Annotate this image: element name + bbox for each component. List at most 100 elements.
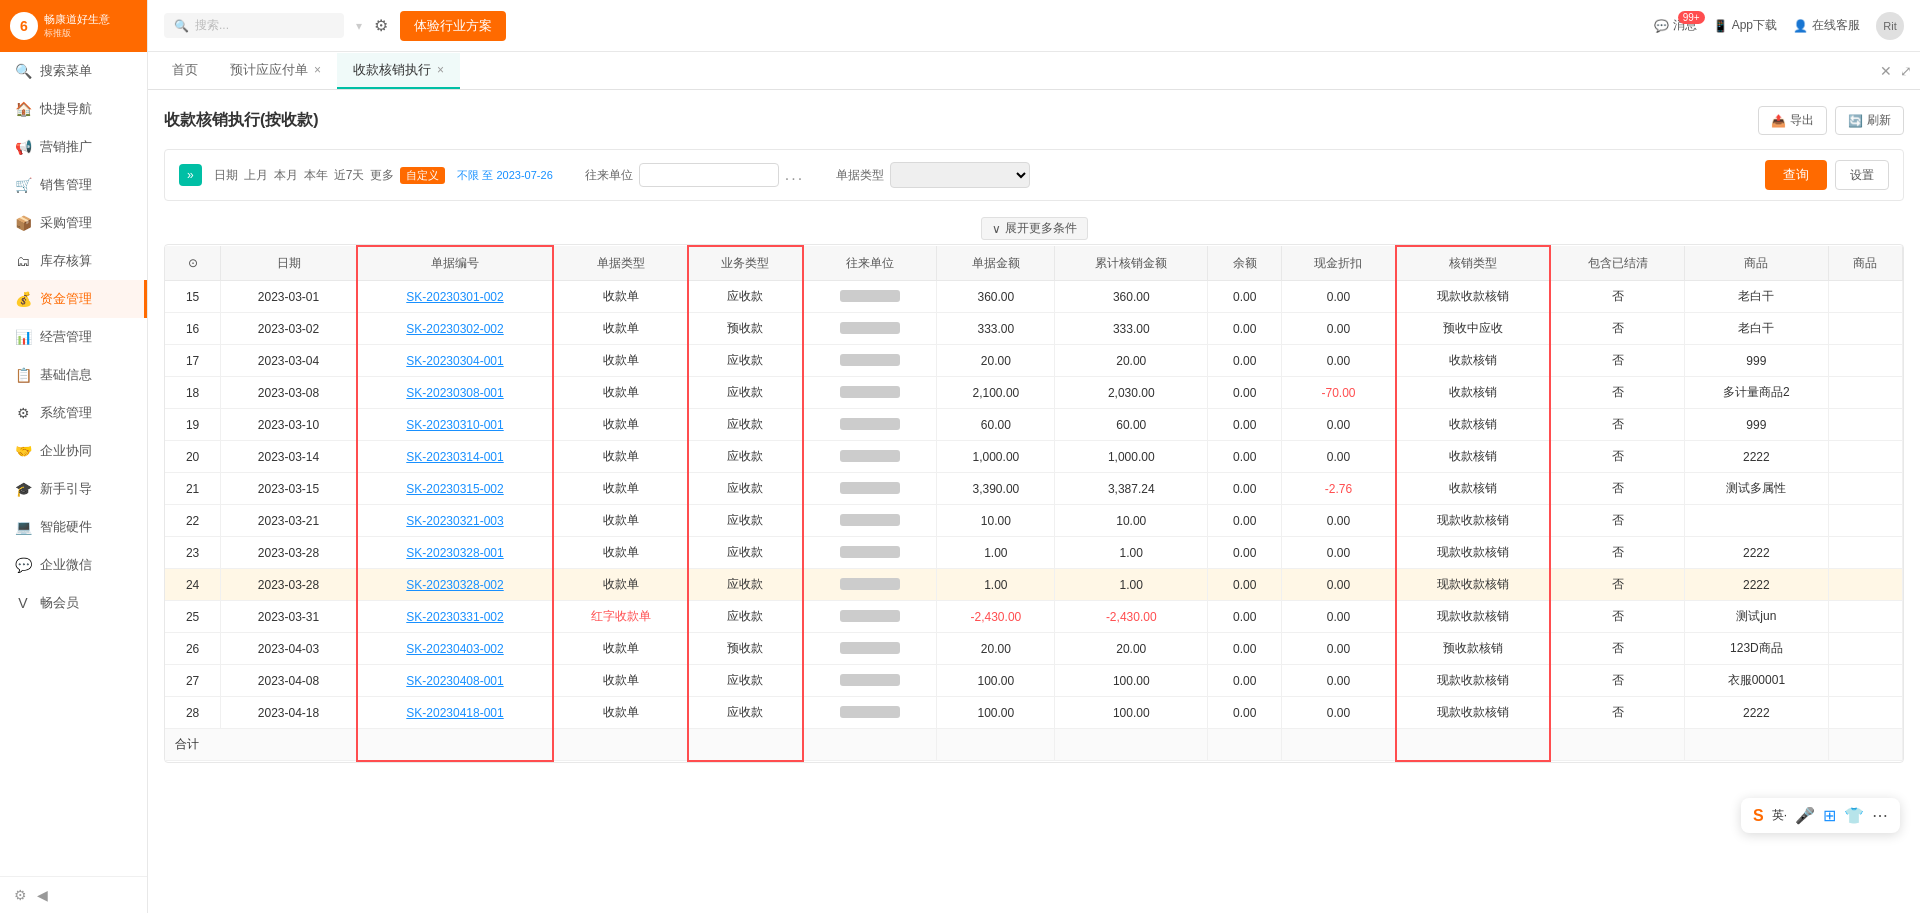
sidebar-item-collab[interactable]: 🤝 企业协同 <box>0 432 147 470</box>
sidebar-item-member[interactable]: V 畅会员 <box>0 584 147 622</box>
tab-expand-icon[interactable]: ⤢ <box>1900 63 1912 79</box>
doc-no-link[interactable]: SK-20230315-002 <box>406 482 503 496</box>
topbar-messages[interactable]: 💬 消息 99+ <box>1654 17 1697 34</box>
cell-cash-discount: 0.00 <box>1282 505 1396 537</box>
doc-no-link[interactable]: SK-20230418-001 <box>406 706 503 720</box>
sidebar-item-inventory[interactable]: 🗂 库存核算 <box>0 242 147 280</box>
doc-no-link[interactable]: SK-20230301-002 <box>406 290 503 304</box>
sidebar-item-quick[interactable]: 🏠 快捷导航 <box>0 90 147 128</box>
sidebar-item-inventory-label: 库存核算 <box>40 252 92 270</box>
float-grid-icon[interactable]: ⊞ <box>1823 806 1836 825</box>
filter-doctype-select[interactable] <box>890 162 1030 188</box>
sidebar-item-guide[interactable]: 🎓 新手引导 <box>0 470 147 508</box>
refresh-button[interactable]: 🔄 刷新 <box>1835 106 1904 135</box>
sidebar-item-finance[interactable]: 💰 资金管理 <box>0 280 147 318</box>
float-shirt-icon[interactable]: 👕 <box>1844 806 1864 825</box>
doc-no-link[interactable]: SK-20230308-001 <box>406 386 503 400</box>
float-apps-icon[interactable]: ⋯ <box>1872 806 1888 825</box>
sidebar-item-operations[interactable]: 📊 经营管理 <box>0 318 147 356</box>
filter-date-this-year[interactable]: 本年 <box>304 167 328 184</box>
tab-collection-close[interactable]: × <box>437 63 444 77</box>
filter-date-this-month[interactable]: 本月 <box>274 167 298 184</box>
doc-no-link[interactable]: SK-20230321-003 <box>406 514 503 528</box>
filter-partner-group: 往来单位 ... <box>585 163 804 187</box>
doc-no-link[interactable]: SK-20230302-002 <box>406 322 503 336</box>
doc-no-link[interactable]: SK-20230310-001 <box>406 418 503 432</box>
sidebar-item-hardware[interactable]: 💻 智能硬件 <box>0 508 147 546</box>
filter-date-label: 日期 <box>214 167 238 184</box>
cell-goods2 <box>1828 473 1902 505</box>
sidebar-item-basics[interactable]: 📋 基础信息 <box>0 356 147 394</box>
cell-cash-discount: -2.76 <box>1282 473 1396 505</box>
th-biz-type[interactable]: 业务类型 <box>688 246 803 281</box>
filter-custom-btn[interactable]: 自定义 <box>400 167 445 184</box>
sidebar-item-search[interactable]: 🔍 搜索菜单 <box>0 52 147 90</box>
cell-seq: 23 <box>165 537 221 569</box>
cell-partner <box>803 601 937 633</box>
cell-balance: 0.00 <box>1208 377 1282 409</box>
doc-no-link[interactable]: SK-20230408-001 <box>406 674 503 688</box>
th-cash-discount[interactable]: 现金折扣 <box>1282 246 1396 281</box>
doc-no-link[interactable]: SK-20230403-002 <box>406 642 503 656</box>
th-doc-type[interactable]: 单据类型 <box>553 246 688 281</box>
cell-biz-type: 应收款 <box>688 377 803 409</box>
topbar-online-service[interactable]: 👤 在线客服 <box>1793 17 1860 34</box>
th-doc-no[interactable]: 单据编号 <box>357 246 553 281</box>
th-partner[interactable]: 往来单位 <box>803 246 937 281</box>
message-icon: 💬 <box>1654 19 1669 33</box>
th-amount[interactable]: 单据金额 <box>937 246 1055 281</box>
float-mic-icon[interactable]: 🎤 <box>1795 806 1815 825</box>
sidebar-item-hardware-label: 智能硬件 <box>40 518 92 536</box>
cell-goods2 <box>1828 537 1902 569</box>
expand-conditions-button[interactable]: ∨ 展开更多条件 <box>981 217 1088 240</box>
th-cumulative[interactable]: 累计核销金额 <box>1055 246 1208 281</box>
sidebar-item-sales[interactable]: 🛒 销售管理 <box>0 166 147 204</box>
doc-no-link[interactable]: SK-20230331-002 <box>406 610 503 624</box>
sidebar-settings-icon[interactable]: ⚙ <box>14 887 27 903</box>
filter-date-7days[interactable]: 近7天 <box>334 167 365 184</box>
tab-close-all-icon[interactable]: ✕ <box>1880 63 1892 79</box>
doc-no-link[interactable]: SK-20230328-002 <box>406 578 503 592</box>
cell-seq: 16 <box>165 313 221 345</box>
th-goods2[interactable]: 商品 <box>1828 246 1902 281</box>
doc-no-link[interactable]: SK-20230328-001 <box>406 546 503 560</box>
doc-no-link[interactable]: SK-20230314-001 <box>406 450 503 464</box>
sidebar-item-system[interactable]: ⚙ 系统管理 <box>0 394 147 432</box>
filter-toggle-button[interactable]: » <box>179 164 202 186</box>
filter-settings-button[interactable]: 设置 <box>1835 160 1889 190</box>
table-row: 23 2023-03-28 SK-20230328-001 收款单 应收款 1.… <box>165 537 1903 569</box>
doc-no-link[interactable]: SK-20230304-001 <box>406 354 503 368</box>
filter-partner-input[interactable] <box>639 163 779 187</box>
th-date[interactable]: 日期 <box>221 246 357 281</box>
filter-date-last-month[interactable]: 上月 <box>244 167 268 184</box>
sidebar-collapse-icon[interactable]: ◀ <box>37 887 48 903</box>
th-goods[interactable]: 商品 <box>1684 246 1828 281</box>
th-verify-type[interactable]: 核销类型 <box>1396 246 1551 281</box>
tab-payable-close[interactable]: × <box>314 63 321 77</box>
th-balance[interactable]: 余额 <box>1208 246 1282 281</box>
filter-date-more[interactable]: 更多 <box>370 167 394 184</box>
cell-verify-type: 现款收款核销 <box>1396 601 1551 633</box>
topbar-app-download[interactable]: 📱 App下载 <box>1713 17 1777 34</box>
sidebar-item-wechat[interactable]: 💬 企业微信 <box>0 546 147 584</box>
topbar-search[interactable]: 🔍 搜索... <box>164 13 344 38</box>
cell-date: 2023-03-21 <box>221 505 357 537</box>
sidebar-item-marketing[interactable]: 📢 营销推广 <box>0 128 147 166</box>
tab-collection[interactable]: 收款核销执行 × <box>337 53 460 89</box>
export-button[interactable]: 📤 导出 <box>1758 106 1827 135</box>
sidebar-item-purchase[interactable]: 📦 采购管理 <box>0 204 147 242</box>
topbar-gear-icon[interactable]: ⚙ <box>374 16 388 35</box>
cell-balance: 0.00 <box>1208 313 1282 345</box>
filter-dots: ... <box>785 166 804 184</box>
tab-home[interactable]: 首页 <box>156 53 214 89</box>
query-button[interactable]: 查询 <box>1765 160 1827 190</box>
topbar-solution-button[interactable]: 体验行业方案 <box>400 11 506 41</box>
cell-verify-type: 现款收款核销 <box>1396 569 1551 601</box>
table-row: 20 2023-03-14 SK-20230314-001 收款单 应收款 1,… <box>165 441 1903 473</box>
th-include-settled[interactable]: 包含已结清 <box>1550 246 1684 281</box>
table-row: 25 2023-03-31 SK-20230331-002 红字收款单 应收款 … <box>165 601 1903 633</box>
sidebar-item-sales-label: 销售管理 <box>40 176 92 194</box>
topbar-user-avatar[interactable]: Rit <box>1876 12 1904 40</box>
cell-doc-no: SK-20230331-002 <box>357 601 553 633</box>
tab-payable[interactable]: 预计应应付单 × <box>214 53 337 89</box>
